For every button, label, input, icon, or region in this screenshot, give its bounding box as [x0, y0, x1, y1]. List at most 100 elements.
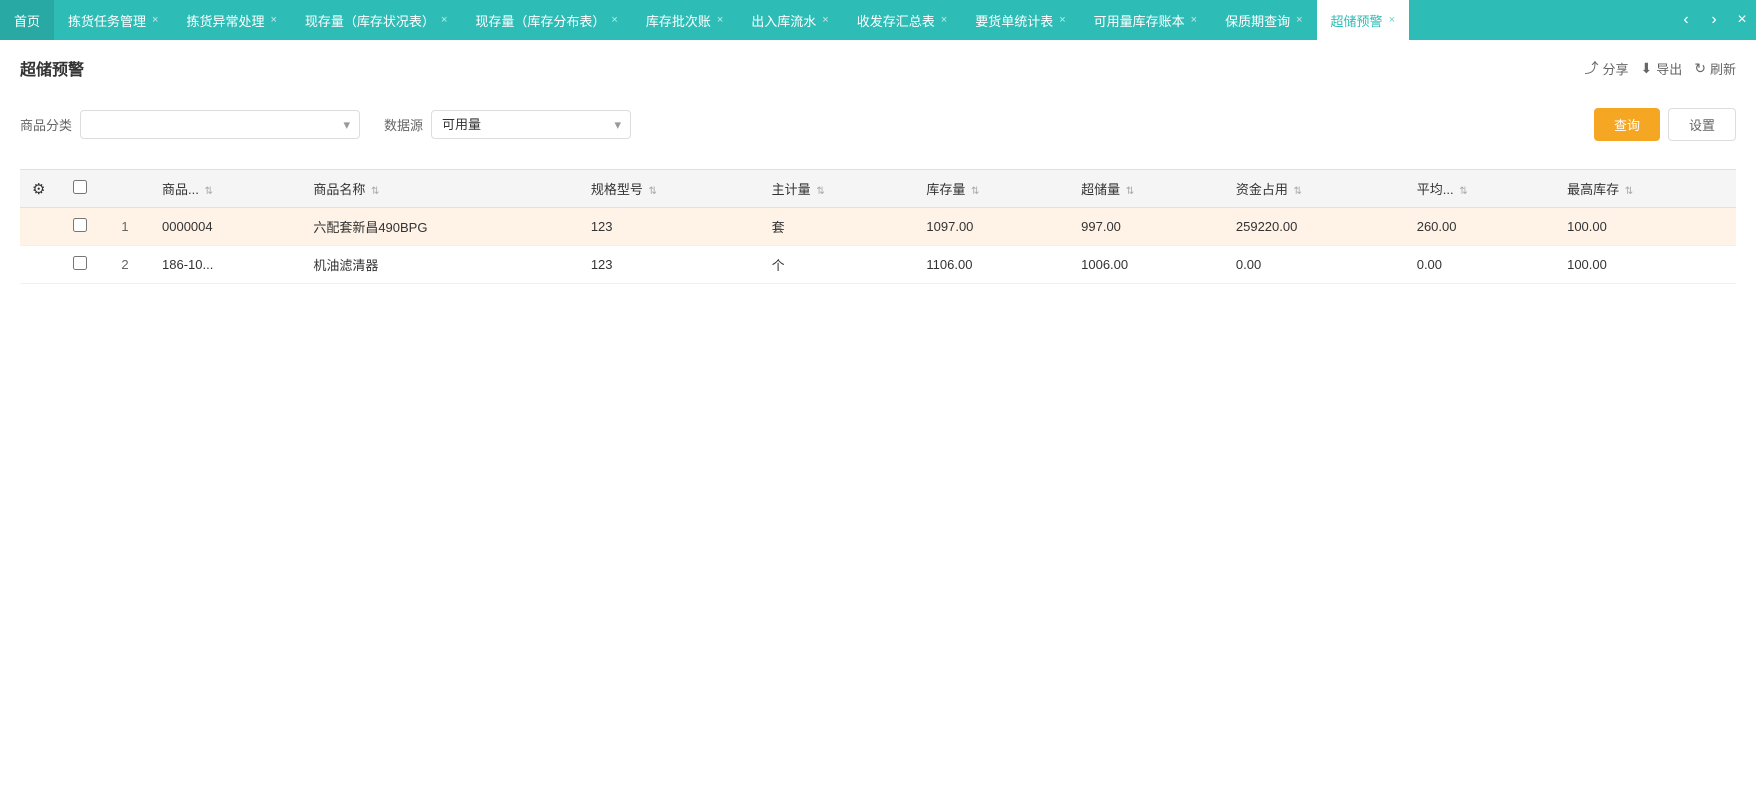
row-max-stock: 100.00: [1555, 246, 1736, 284]
nav-item-quality-check[interactable]: 保质期查询 ×: [1211, 0, 1316, 40]
th-checkbox: [60, 170, 100, 208]
filter-actions: 查询 设置: [1594, 108, 1736, 141]
page-title: 超储预警: [20, 56, 84, 80]
select-all-checkbox[interactable]: [73, 180, 87, 194]
close-icon[interactable]: ×: [1389, 14, 1395, 26]
th-max-stock: 最高库存 ⇅: [1555, 170, 1736, 208]
th-capital: 资金占用 ⇅: [1224, 170, 1405, 208]
row-index: 1: [100, 208, 150, 246]
row-gear-cell: [20, 208, 60, 246]
row-overstock: 1006.00: [1069, 246, 1224, 284]
category-select-wrapper: [80, 110, 360, 139]
sort-icon-overstock[interactable]: ⇅: [1126, 186, 1134, 197]
close-icon[interactable]: ×: [822, 14, 828, 26]
close-icon[interactable]: ×: [270, 14, 276, 26]
nav-item-stock-status[interactable]: 现存量（库存状况表） ×: [291, 0, 461, 40]
settings-button[interactable]: 设置: [1668, 108, 1736, 141]
share-button[interactable]: ⤴ 分享: [1584, 58, 1628, 78]
close-icon[interactable]: ×: [1059, 14, 1065, 26]
row-avg: 260.00: [1405, 208, 1555, 246]
datasource-filter: 数据源 可用量 库存量: [384, 110, 631, 139]
export-icon: ⬇: [1641, 60, 1653, 77]
sort-icon-spec[interactable]: ⇅: [648, 186, 656, 197]
filter-row: 商品分类 数据源 可用量 库存量 查询 设置: [20, 96, 1736, 153]
refresh-button[interactable]: ↻ 刷新: [1694, 59, 1736, 78]
nav-item-order-stats[interactable]: 要货单统计表 ×: [961, 0, 1079, 40]
row-spec: 123: [579, 208, 760, 246]
th-gear: ⚙: [20, 170, 60, 208]
row-index: 2: [100, 246, 150, 284]
th-avg: 平均... ⇅: [1405, 170, 1555, 208]
row-checkbox[interactable]: [73, 256, 87, 270]
category-label: 商品分类: [20, 115, 72, 134]
nav-item-abnormal[interactable]: 拣货异常处理 ×: [172, 0, 290, 40]
row-stock: 1097.00: [914, 208, 1069, 246]
page-container: 超储预警 ⤴ 分享 ⬇ 导出 ↻ 刷新 商品分类: [0, 40, 1756, 800]
top-navigation: 首页 拣货任务管理 × 拣货异常处理 × 现存量（库存状况表） × 现存量（库存…: [0, 0, 1756, 40]
sort-icon-avg[interactable]: ⇅: [1459, 186, 1467, 197]
nav-arrow-left[interactable]: ‹: [1672, 0, 1700, 40]
nav-item-task-mgmt[interactable]: 拣货任务管理 ×: [54, 0, 172, 40]
datasource-select-wrapper: 可用量 库存量: [431, 110, 631, 139]
data-table: ⚙ 商品... ⇅ 商品名称 ⇅ 规格型号 ⇅: [20, 169, 1736, 284]
row-product-name: 六配套新昌490BPG: [301, 208, 579, 246]
row-capital: 259220.00: [1224, 208, 1405, 246]
row-product-code: 0000004: [150, 208, 301, 246]
row-gear-cell: [20, 246, 60, 284]
category-select[interactable]: [80, 110, 360, 139]
nav-item-batch-account[interactable]: 库存批次账 ×: [632, 0, 737, 40]
sort-icon-capital[interactable]: ⇅: [1294, 186, 1302, 197]
refresh-icon: ↻: [1694, 60, 1706, 77]
th-product-code: 商品... ⇅: [150, 170, 301, 208]
category-filter: 商品分类: [20, 110, 360, 139]
row-product-code: 186-10...: [150, 246, 301, 284]
row-max-stock: 100.00: [1555, 208, 1736, 246]
datasource-label: 数据源: [384, 115, 423, 134]
row-checkbox[interactable]: [73, 218, 87, 232]
close-icon[interactable]: ×: [152, 14, 158, 26]
th-index: [100, 170, 150, 208]
row-capital: 0.00: [1224, 246, 1405, 284]
nav-item-in-out-flow[interactable]: 出入库流水 ×: [737, 0, 842, 40]
sort-icon-stock[interactable]: ⇅: [971, 186, 979, 197]
th-unit: 主计量 ⇅: [760, 170, 915, 208]
nav-item-collect-summary[interactable]: 收发存汇总表 ×: [843, 0, 961, 40]
nav-arrow-close[interactable]: ×: [1728, 0, 1756, 40]
table-header-row: ⚙ 商品... ⇅ 商品名称 ⇅ 规格型号 ⇅: [20, 170, 1736, 208]
th-spec: 规格型号 ⇅: [579, 170, 760, 208]
row-unit: 套: [760, 208, 915, 246]
nav-item-avail-account[interactable]: 可用量库存账本 ×: [1080, 0, 1211, 40]
sort-icon-unit[interactable]: ⇅: [816, 186, 824, 197]
th-product-name: 商品名称 ⇅: [301, 170, 579, 208]
share-icon: ⤴: [1584, 58, 1598, 78]
header-actions: ⤴ 分享 ⬇ 导出 ↻ 刷新: [1584, 58, 1736, 78]
close-icon[interactable]: ×: [941, 14, 947, 26]
datasource-select[interactable]: 可用量 库存量: [431, 110, 631, 139]
table-row: 1 0000004 六配套新昌490BPG 123 套 1097.00 997.…: [20, 208, 1736, 246]
row-unit: 个: [760, 246, 915, 284]
table-body: 1 0000004 六配套新昌490BPG 123 套 1097.00 997.…: [20, 208, 1736, 284]
page-header: 超储预警 ⤴ 分享 ⬇ 导出 ↻ 刷新: [20, 56, 1736, 80]
sort-icon-product-name[interactable]: ⇅: [371, 186, 379, 197]
sort-icon-product-code[interactable]: ⇅: [204, 186, 212, 197]
nav-arrow-right[interactable]: ›: [1700, 0, 1728, 40]
row-product-name: 机油滤清器: [301, 246, 579, 284]
export-button[interactable]: ⬇ 导出: [1641, 59, 1683, 78]
row-overstock: 997.00: [1069, 208, 1224, 246]
close-icon[interactable]: ×: [1191, 14, 1197, 26]
sort-icon-max-stock[interactable]: ⇅: [1625, 186, 1633, 197]
close-icon[interactable]: ×: [441, 14, 447, 26]
nav-arrow-group: ‹ › ×: [1672, 0, 1756, 40]
th-stock: 库存量 ⇅: [914, 170, 1069, 208]
th-overstock: 超储量 ⇅: [1069, 170, 1224, 208]
close-icon[interactable]: ×: [717, 14, 723, 26]
gear-icon[interactable]: ⚙: [32, 181, 45, 198]
nav-item-overstock-warning[interactable]: 超储预警 ×: [1317, 0, 1409, 40]
nav-item-home[interactable]: 首页: [0, 0, 54, 40]
row-avg: 0.00: [1405, 246, 1555, 284]
close-icon[interactable]: ×: [611, 14, 617, 26]
query-button[interactable]: 查询: [1594, 108, 1660, 141]
nav-item-stock-dist[interactable]: 现存量（库存分布表） ×: [461, 0, 631, 40]
row-spec: 123: [579, 246, 760, 284]
close-icon[interactable]: ×: [1296, 14, 1302, 26]
